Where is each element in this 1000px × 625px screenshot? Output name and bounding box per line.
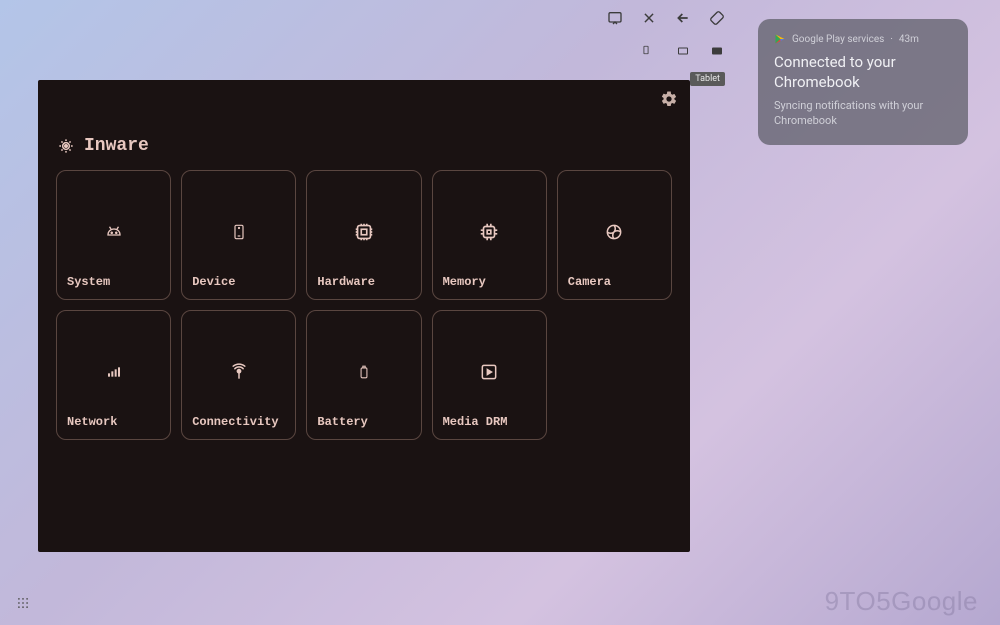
tablet-landscape-icon[interactable] bbox=[675, 42, 691, 54]
card-label: Memory bbox=[443, 275, 486, 289]
card-memory[interactable]: Memory bbox=[432, 170, 547, 300]
battery-icon bbox=[353, 361, 375, 383]
settings-button[interactable] bbox=[660, 90, 678, 108]
notification-card[interactable]: Google Play services · 43m Connected to … bbox=[758, 19, 968, 145]
card-label: System bbox=[67, 275, 110, 289]
device-mode-row bbox=[641, 42, 725, 54]
hardware-icon bbox=[353, 221, 375, 243]
notification-app-name: Google Play services bbox=[792, 34, 884, 45]
category-grid: System Device Hardware Memory Camera bbox=[56, 170, 672, 440]
mediadrm-icon bbox=[478, 361, 500, 383]
inware-logo-icon bbox=[56, 136, 76, 156]
network-icon bbox=[103, 361, 125, 383]
card-label: Camera bbox=[568, 275, 611, 289]
rotate-icon[interactable] bbox=[709, 10, 725, 26]
card-connectivity[interactable]: Connectivity bbox=[181, 310, 296, 440]
card-label: Battery bbox=[317, 415, 367, 429]
apps-grid-button[interactable] bbox=[16, 595, 30, 609]
notification-title: Connected to your Chromebook bbox=[774, 53, 952, 92]
notification-time: 43m bbox=[899, 34, 919, 45]
inware-app-window: Inware System Device Hardware Memory bbox=[38, 80, 690, 552]
window-toolbar bbox=[607, 10, 725, 26]
card-label: Connectivity bbox=[192, 415, 278, 429]
card-camera[interactable]: Camera bbox=[557, 170, 672, 300]
card-mediadrm[interactable]: Media DRM bbox=[432, 310, 547, 440]
card-device[interactable]: Device bbox=[181, 170, 296, 300]
device-icon bbox=[228, 221, 250, 243]
back-icon[interactable] bbox=[675, 10, 691, 26]
play-services-icon bbox=[774, 33, 786, 45]
connectivity-icon bbox=[228, 361, 250, 383]
notification-body: Syncing notifications with your Chromebo… bbox=[774, 98, 952, 129]
camera-icon bbox=[603, 221, 625, 243]
card-network[interactable]: Network bbox=[56, 310, 171, 440]
card-system[interactable]: System bbox=[56, 170, 171, 300]
card-battery[interactable]: Battery bbox=[306, 310, 421, 440]
app-title: Inware bbox=[56, 136, 678, 156]
message-icon[interactable] bbox=[607, 10, 623, 26]
close-icon[interactable] bbox=[641, 10, 657, 26]
watermark: 9TO5Google bbox=[825, 586, 978, 617]
app-title-text: Inware bbox=[84, 136, 149, 156]
device-tooltip: Tablet bbox=[690, 72, 725, 86]
android-icon bbox=[103, 221, 125, 243]
card-label: Hardware bbox=[317, 275, 375, 289]
tablet-icon-active[interactable] bbox=[709, 42, 725, 54]
card-hardware[interactable]: Hardware bbox=[306, 170, 421, 300]
phone-icon[interactable] bbox=[641, 42, 657, 54]
card-label: Network bbox=[67, 415, 117, 429]
card-label: Device bbox=[192, 275, 235, 289]
notification-header: Google Play services · 43m bbox=[774, 33, 952, 45]
card-label: Media DRM bbox=[443, 415, 508, 429]
memory-icon bbox=[478, 221, 500, 243]
